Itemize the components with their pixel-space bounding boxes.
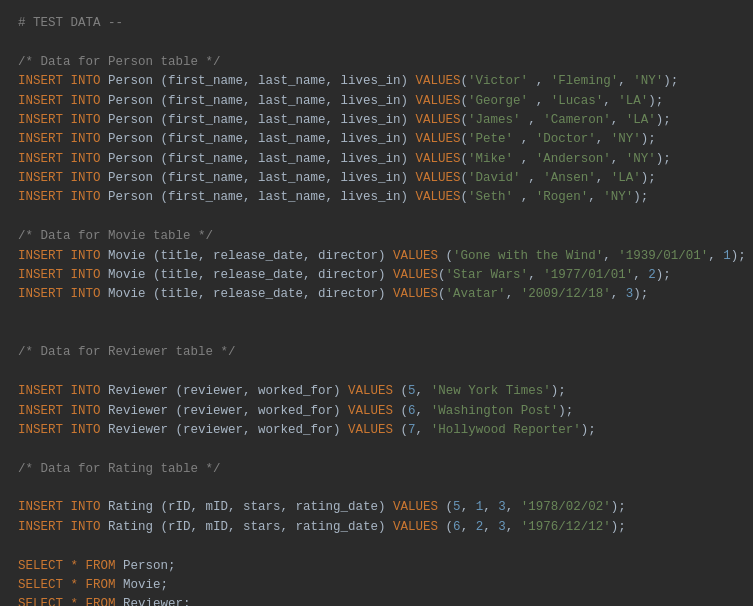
code-editor: # TEST DATA -- /* Data for Person table …	[0, 0, 753, 606]
blank-line-8	[18, 537, 735, 556]
insert-person-5: INSERT INTO Person (first_name, last_nam…	[18, 150, 735, 169]
insert-person-1: INSERT INTO Person (first_name, last_nam…	[18, 72, 735, 91]
insert-person-7: INSERT INTO Person (first_name, last_nam…	[18, 188, 735, 207]
insert-reviewer-3: INSERT INTO Reviewer (reviewer, worked_f…	[18, 421, 735, 440]
blank-line-6	[18, 440, 735, 459]
blank-line-7	[18, 479, 735, 498]
comment-person: /* Data for Person table */	[18, 53, 735, 72]
insert-movie-2: INSERT INTO Movie (title, release_date, …	[18, 266, 735, 285]
comment-movie: /* Data for Movie table */	[18, 227, 735, 246]
blank-line-5	[18, 363, 735, 382]
select-reviewer: SELECT * FROM Reviewer;	[18, 595, 735, 606]
insert-person-6: INSERT INTO Person (first_name, last_nam…	[18, 169, 735, 188]
insert-rating-1: INSERT INTO Rating (rID, mID, stars, rat…	[18, 498, 735, 517]
insert-movie-3: INSERT INTO Movie (title, release_date, …	[18, 285, 735, 304]
insert-rating-2: INSERT INTO Rating (rID, mID, stars, rat…	[18, 518, 735, 537]
insert-movie-1: INSERT INTO Movie (title, release_date, …	[18, 247, 735, 266]
select-person: SELECT * FROM Person;	[18, 557, 735, 576]
comment-line-1: # TEST DATA --	[18, 14, 735, 33]
blank-line-4	[18, 324, 735, 343]
blank-line	[18, 33, 735, 52]
insert-person-3: INSERT INTO Person (first_name, last_nam…	[18, 111, 735, 130]
select-movie: SELECT * FROM Movie;	[18, 576, 735, 595]
blank-line-3	[18, 305, 735, 324]
insert-reviewer-2: INSERT INTO Reviewer (reviewer, worked_f…	[18, 402, 735, 421]
insert-person-2: INSERT INTO Person (first_name, last_nam…	[18, 92, 735, 111]
comment-rating: /* Data for Rating table */	[18, 460, 735, 479]
insert-reviewer-1: INSERT INTO Reviewer (reviewer, worked_f…	[18, 382, 735, 401]
insert-person-4: INSERT INTO Person (first_name, last_nam…	[18, 130, 735, 149]
blank-line-2	[18, 208, 735, 227]
comment-reviewer: /* Data for Reviewer table */	[18, 343, 735, 362]
